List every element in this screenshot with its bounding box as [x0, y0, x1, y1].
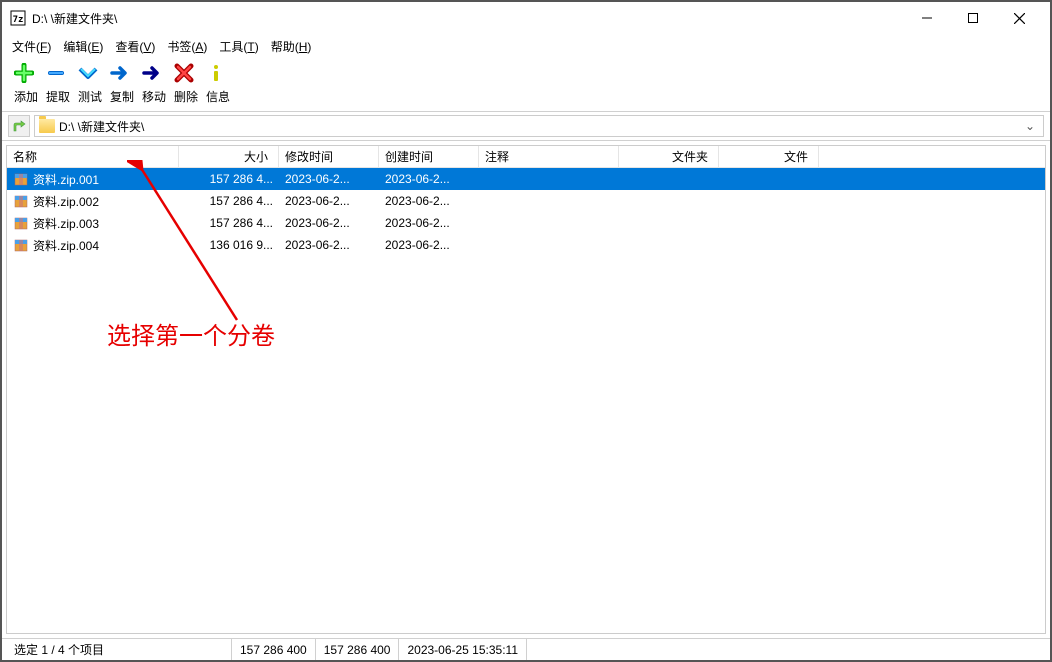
- file-modified: 2023-06-2...: [279, 237, 379, 253]
- file-name: 资料.zip.001: [33, 171, 99, 188]
- status-datetime: 2023-06-25 15:35:11: [399, 639, 527, 660]
- window-title: D:\ \新建文件夹\: [32, 10, 904, 27]
- archive-icon: [13, 171, 29, 187]
- status-size1: 157 286 400: [232, 639, 316, 660]
- col-folders[interactable]: 文件夹: [619, 146, 719, 167]
- menu-tool[interactable]: 工具(T): [219, 38, 258, 55]
- col-name[interactable]: 名称: [7, 146, 179, 167]
- toolbar-label-test[interactable]: 测试: [76, 88, 104, 105]
- col-created[interactable]: 创建时间: [379, 146, 479, 167]
- file-size: 157 286 4...: [179, 171, 279, 187]
- info-icon[interactable]: [206, 63, 226, 86]
- menu-edit[interactable]: 编辑(E): [63, 38, 103, 55]
- file-created: 2023-06-2...: [379, 237, 479, 253]
- file-size: 157 286 4...: [179, 215, 279, 231]
- add-icon[interactable]: [14, 63, 34, 86]
- file-created: 2023-06-2...: [379, 171, 479, 187]
- toolbar-label-extract[interactable]: 提取: [44, 88, 72, 105]
- toolbar: 添加 提取 测试 复制 移动 删除 信息: [2, 59, 1050, 111]
- toolbar-label-delete[interactable]: 删除: [172, 88, 200, 105]
- table-row[interactable]: 资料.zip.004136 016 9...2023-06-2...2023-0…: [7, 234, 1045, 256]
- status-size2: 157 286 400: [316, 639, 400, 660]
- toolbar-label-add[interactable]: 添加: [12, 88, 40, 105]
- col-comment[interactable]: 注释: [479, 146, 619, 167]
- address-bar: D:\ \新建文件夹\ ⌄: [2, 111, 1050, 141]
- menu-view[interactable]: 查看(V): [115, 38, 155, 55]
- file-created: 2023-06-2...: [379, 193, 479, 209]
- address-input[interactable]: D:\ \新建文件夹\ ⌄: [34, 115, 1044, 137]
- minimize-button[interactable]: [904, 3, 950, 33]
- delete-icon[interactable]: [174, 63, 194, 86]
- chevron-down-icon[interactable]: ⌄: [1021, 119, 1039, 133]
- address-text: D:\ \新建文件夹\: [59, 118, 1017, 135]
- app-icon: 7z: [10, 10, 26, 26]
- file-name: 资料.zip.003: [33, 215, 99, 232]
- menubar: 文件(F) 编辑(E) 查看(V) 书签(A) 工具(T) 帮助(H): [2, 34, 1050, 59]
- menu-bookmark[interactable]: 书签(A): [167, 38, 207, 55]
- file-name: 资料.zip.004: [33, 237, 99, 254]
- maximize-button[interactable]: [950, 3, 996, 33]
- file-size: 136 016 9...: [179, 237, 279, 253]
- copy-icon[interactable]: [110, 63, 130, 86]
- statusbar: 选定 1 / 4 个项目 157 286 400 157 286 400 202…: [2, 638, 1050, 660]
- svg-text:7z: 7z: [13, 15, 24, 25]
- toolbar-label-copy[interactable]: 复制: [108, 88, 136, 105]
- archive-icon: [13, 215, 29, 231]
- file-size: 157 286 4...: [179, 193, 279, 209]
- extract-icon[interactable]: [46, 63, 66, 86]
- folder-icon: [39, 119, 55, 133]
- table-row[interactable]: 资料.zip.002157 286 4...2023-06-2...2023-0…: [7, 190, 1045, 212]
- archive-icon: [13, 237, 29, 253]
- col-size[interactable]: 大小: [179, 146, 279, 167]
- file-name: 资料.zip.002: [33, 193, 99, 210]
- close-button[interactable]: [996, 3, 1042, 33]
- status-selection: 选定 1 / 4 个项目: [6, 639, 232, 660]
- main-window: 7z D:\ \新建文件夹\ 文件(F) 编辑(E) 查看(V) 书签(A) 工…: [0, 0, 1052, 662]
- titlebar: 7z D:\ \新建文件夹\: [2, 2, 1050, 34]
- menu-help[interactable]: 帮助(H): [271, 38, 312, 55]
- file-modified: 2023-06-2...: [279, 193, 379, 209]
- up-button[interactable]: [8, 115, 30, 137]
- list-body[interactable]: 资料.zip.001157 286 4...2023-06-2...2023-0…: [7, 168, 1045, 633]
- col-files[interactable]: 文件: [719, 146, 819, 167]
- archive-icon: [13, 193, 29, 209]
- file-created: 2023-06-2...: [379, 215, 479, 231]
- move-icon[interactable]: [142, 63, 162, 86]
- list-header: 名称 大小 修改时间 创建时间 注释 文件夹 文件: [7, 146, 1045, 168]
- toolbar-label-move[interactable]: 移动: [140, 88, 168, 105]
- file-list: 名称 大小 修改时间 创建时间 注释 文件夹 文件 资料.zip.001 157 …: [6, 145, 1046, 634]
- file-modified: 2023-06-2...: [279, 215, 379, 231]
- table-row[interactable]: 资料.zip.001157 286 4...2023-06-2...2023-0…: [7, 168, 1045, 190]
- toolbar-label-info[interactable]: 信息: [204, 88, 232, 105]
- file-modified: 2023-06-2...: [279, 171, 379, 187]
- test-icon[interactable]: [78, 63, 98, 86]
- col-modified[interactable]: 修改时间: [279, 146, 379, 167]
- menu-file[interactable]: 文件(F): [12, 38, 51, 55]
- table-row[interactable]: 资料.zip.003157 286 4...2023-06-2...2023-0…: [7, 212, 1045, 234]
